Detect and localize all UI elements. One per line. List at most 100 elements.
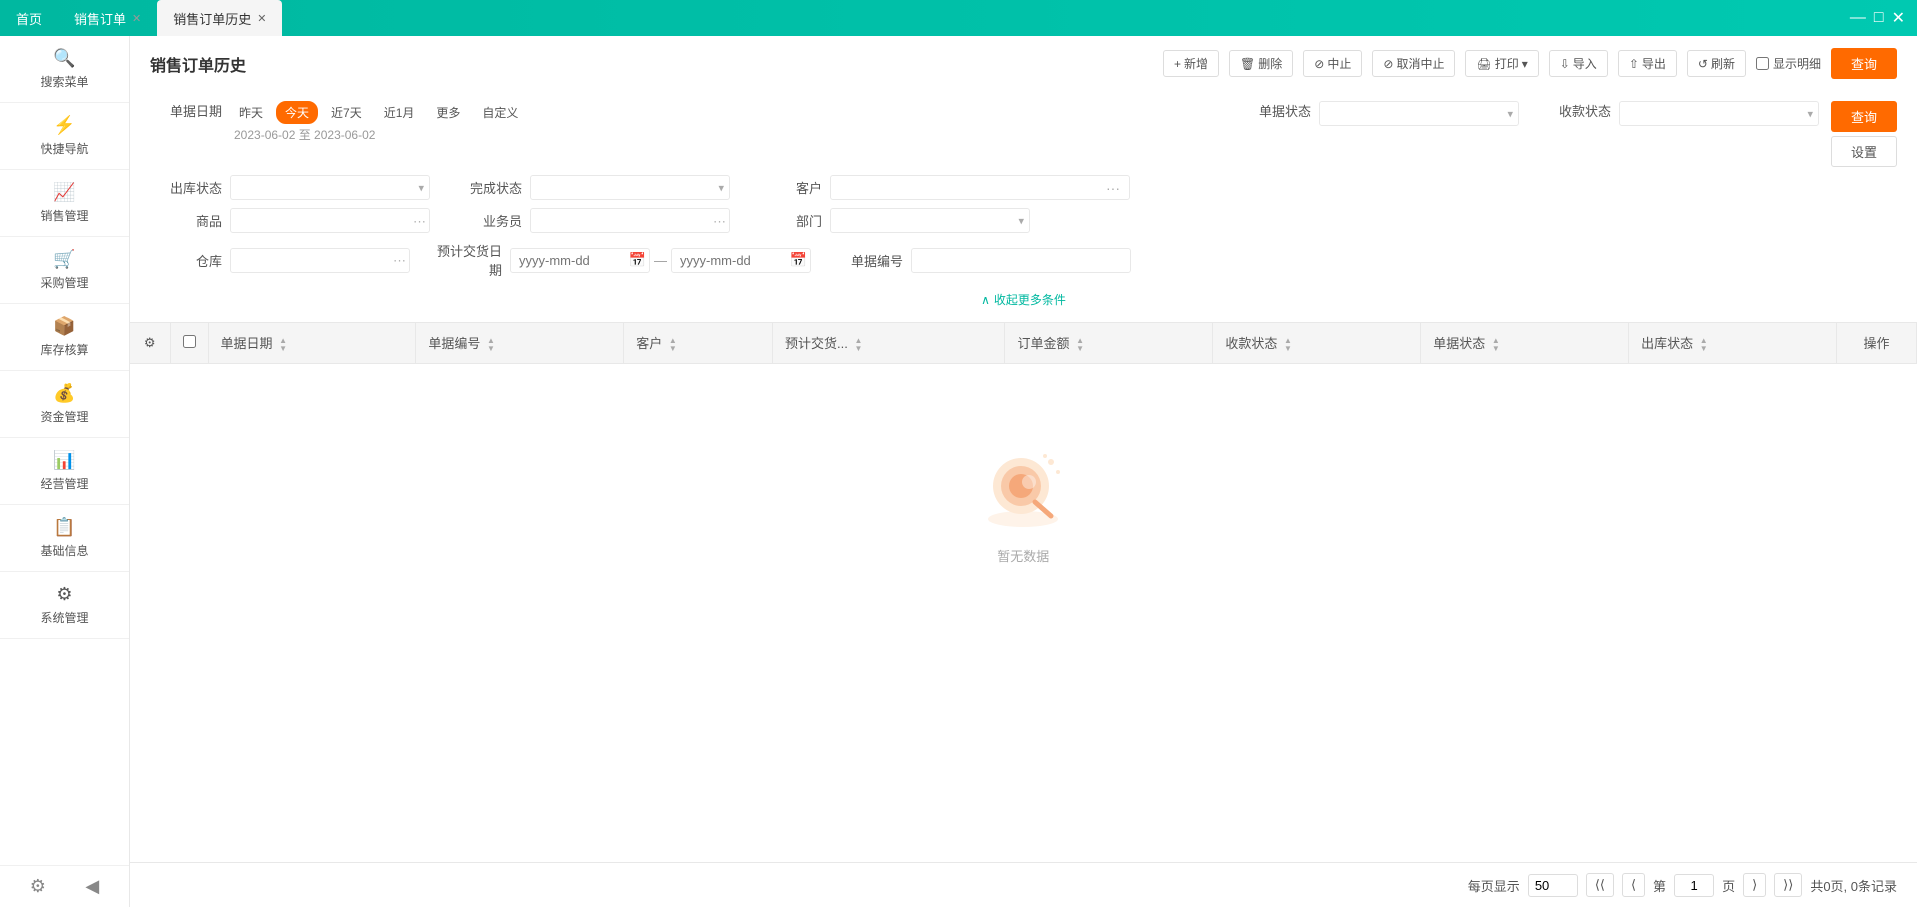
complete-status-select[interactable] (530, 175, 730, 200)
maximize-icon[interactable]: □ (1874, 9, 1884, 27)
th-amount[interactable]: 订单金额 ▲▼ (1005, 323, 1213, 363)
system-icon: ⚙ (56, 584, 72, 605)
cancel-stop-button[interactable]: ⊘ 取消中止 (1372, 50, 1455, 77)
goods-input[interactable] (230, 208, 430, 233)
query-button[interactable]: 查询 (1831, 48, 1897, 79)
tab-sales-order-history[interactable]: 销售订单历史 ✕ (157, 0, 282, 36)
sidebar-item-system[interactable]: ⚙ 系统管理 (0, 572, 129, 639)
refresh-label: 刷新 (1711, 55, 1735, 72)
import-button[interactable]: ⇩ 导入 (1549, 50, 1608, 77)
tab-home[interactable]: 首页 (0, 0, 58, 36)
bill-status-select[interactable] (1319, 101, 1519, 126)
tab-sales-order-history-close[interactable]: ✕ (257, 12, 266, 25)
prev-page-button[interactable]: ⟨ (1622, 873, 1645, 897)
page-unit: 页 (1722, 876, 1735, 895)
th-delivery[interactable]: 预计交货... ▲▼ (773, 323, 1005, 363)
tab-sales-order[interactable]: 销售订单 ✕ (58, 0, 157, 36)
date-label: 单据日期 (150, 101, 230, 120)
sort-customer-icon: ▲▼ (669, 337, 677, 353)
page-input[interactable] (1674, 874, 1714, 897)
empty-icon (973, 444, 1073, 534)
print-dropdown-icon: ▾ (1522, 57, 1528, 71)
bill-no-input[interactable] (911, 248, 1131, 273)
sort-date-icon: ▲▼ (279, 337, 287, 353)
th-payment-status[interactable]: 收款状态 ▲▼ (1213, 323, 1421, 363)
collapse-row[interactable]: ∧ 收起更多条件 (150, 287, 1897, 312)
sidebar-item-search-label: 搜索菜单 (40, 73, 88, 90)
payment-status-field: ▾ (1619, 101, 1819, 126)
bill-no-label: 单据编号 (831, 251, 911, 270)
sidebar-item-purchase[interactable]: 🛒 采购管理 (0, 237, 129, 304)
sidebar-collapse-icon[interactable]: ◀ (85, 876, 99, 897)
dept-select[interactable] (830, 208, 1030, 233)
filter-row-2: 出库状态 ▾ 完成状态 ▾ 客户 (150, 175, 1897, 200)
date-chip-custom[interactable]: 自定义 (473, 101, 527, 124)
warehouse-input[interactable] (230, 248, 410, 273)
close-icon[interactable]: ✕ (1892, 8, 1905, 28)
sidebar-item-sales[interactable]: 📈 销售管理 (0, 170, 129, 237)
th-bill-no[interactable]: 单据编号 ▲▼ (416, 323, 624, 363)
query-btn-side[interactable]: 查询 (1831, 101, 1897, 132)
display-toggle-checkbox[interactable] (1756, 57, 1769, 70)
sort-delivery-icon: ▲▼ (855, 337, 863, 353)
sidebar-item-inventory[interactable]: 📦 库存核算 (0, 304, 129, 371)
first-page-button[interactable]: ⟨⟨ (1586, 873, 1614, 897)
display-toggle[interactable]: 显示明细 (1756, 55, 1821, 72)
payment-status-select[interactable] (1619, 101, 1819, 126)
page-size-select[interactable]: 50 10 20 100 (1528, 874, 1578, 897)
outbound-status-select[interactable] (230, 175, 430, 200)
customer-field: ··· (830, 175, 1130, 200)
th-bill-status[interactable]: 单据状态 ▲▼ (1421, 323, 1629, 363)
salesman-input[interactable] (530, 208, 730, 233)
th-date[interactable]: 单据日期 ▲▼ (208, 323, 416, 363)
calendar-start-icon[interactable]: 📅 (629, 252, 646, 269)
select-all-checkbox[interactable] (183, 335, 196, 348)
sidebar-footer: ⚙ ◀ (0, 865, 129, 907)
outbound-status-label: 出库状态 (150, 178, 230, 197)
dept-field: ▾ (830, 208, 1030, 233)
page-label: 第 (1653, 876, 1666, 895)
sidebar-item-finance[interactable]: 💰 资金管理 (0, 371, 129, 438)
delete-label: 删除 (1258, 55, 1282, 72)
delete-button[interactable]: 🗑 删除 (1229, 50, 1293, 77)
th-check[interactable] (170, 323, 208, 363)
filter-row-3: 商品 ··· 业务员 ··· 部门 ▾ (150, 208, 1897, 233)
warehouse-dots[interactable]: ··· (393, 253, 406, 268)
management-icon: 📊 (53, 450, 75, 471)
th-outbound-status[interactable]: 出库状态 ▲▼ (1629, 323, 1837, 363)
print-button[interactable]: 🖨 打印 ▾ (1465, 50, 1538, 77)
set-btn[interactable]: 设置 (1831, 136, 1897, 167)
th-customer[interactable]: 客户 ▲▼ (624, 323, 773, 363)
minimize-icon[interactable]: — (1850, 9, 1866, 27)
date-chip-7days[interactable]: 近7天 (322, 101, 371, 124)
tab-sales-order-label: 销售订单 (74, 9, 126, 28)
sidebar-settings-icon[interactable]: ⚙ (30, 876, 46, 897)
search-icon: 🔍 (53, 48, 75, 69)
date-chip-yesterday[interactable]: 昨天 (230, 101, 272, 124)
sidebar-item-search[interactable]: 🔍 搜索菜单 (0, 36, 129, 103)
gear-icon: ⚙ (144, 335, 156, 350)
sidebar-item-quick-nav[interactable]: ⚡ 快捷导航 (0, 103, 129, 170)
date-chip-today[interactable]: 今天 (276, 101, 318, 124)
stop-button[interactable]: ⊘ 中止 (1303, 50, 1362, 77)
warehouse-field: ··· (230, 248, 410, 273)
refresh-button[interactable]: ↺ 刷新 (1687, 50, 1746, 77)
customer-input[interactable] (830, 175, 1130, 200)
page-size-label: 每页显示 (1468, 876, 1520, 895)
sidebar-item-basic-info[interactable]: 📋 基础信息 (0, 505, 129, 572)
salesman-dots[interactable]: ··· (713, 213, 726, 228)
sidebar-item-management[interactable]: 📊 经营管理 (0, 438, 129, 505)
tab-sales-order-close[interactable]: ✕ (132, 12, 141, 25)
th-gear[interactable]: ⚙ (130, 323, 170, 363)
new-button[interactable]: + 新增 (1163, 50, 1219, 77)
goods-dots[interactable]: ··· (413, 213, 426, 228)
date-separator: — (654, 253, 667, 268)
next-page-button[interactable]: ⟩ (1743, 873, 1766, 897)
date-chip-more[interactable]: 更多 (427, 101, 469, 124)
date-chip-1month[interactable]: 近1月 (375, 101, 424, 124)
calendar-end-icon[interactable]: 📅 (790, 252, 807, 269)
last-page-button[interactable]: ⟩⟩ (1774, 873, 1802, 897)
customer-dots[interactable]: ··· (1100, 178, 1126, 198)
outbound-status-field: ▾ (230, 175, 430, 200)
export-button[interactable]: ⇧ 导出 (1618, 50, 1677, 77)
